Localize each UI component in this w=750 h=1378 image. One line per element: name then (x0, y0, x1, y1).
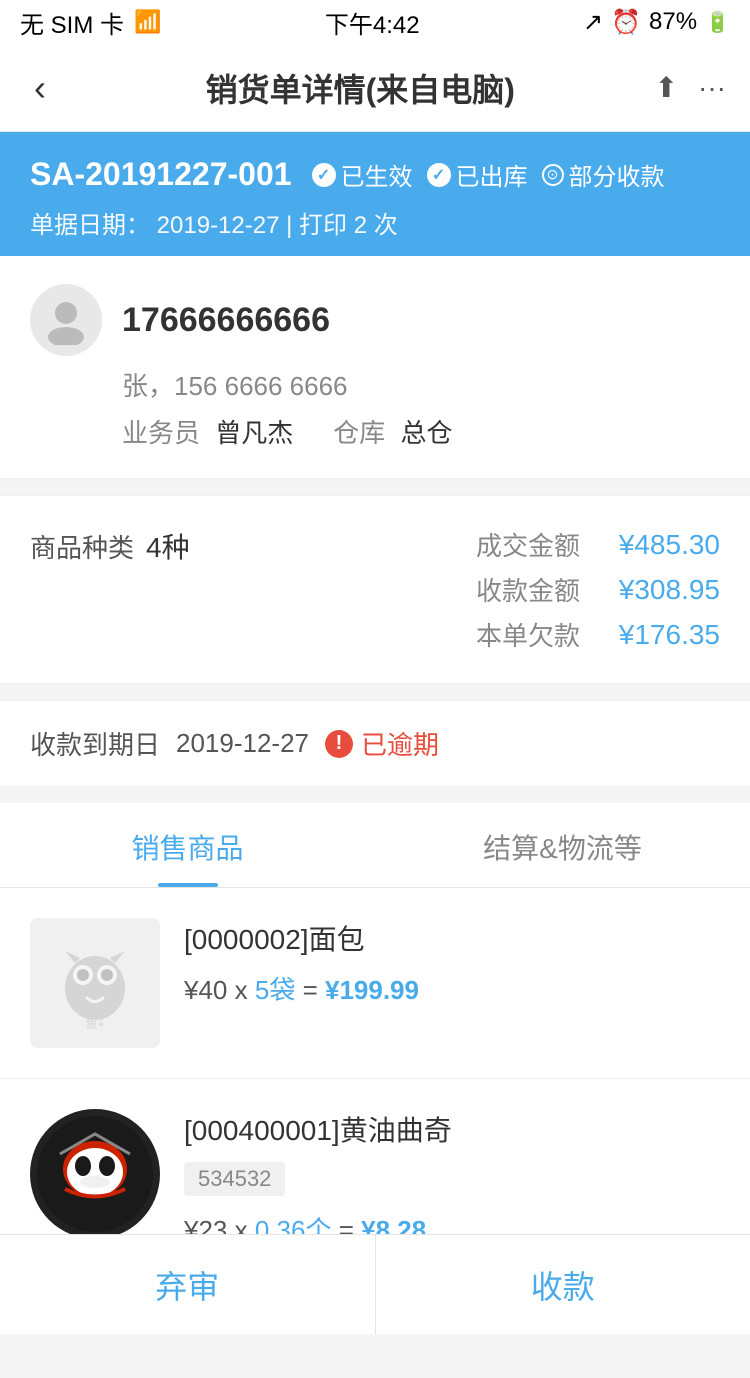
check-icon-1: ✓ (312, 163, 336, 187)
alarm-icon: ⏰ (611, 8, 641, 37)
share-icon[interactable]: ⬆ (655, 71, 678, 104)
summary-section: 商品种类 4种 成交金额 ¥485.30 收款金额 ¥308.95 本单欠款 ¥… (0, 495, 750, 684)
badge-partial: ⊙ 部分收款 (542, 157, 665, 192)
deal-amount-row: 成交金额 ¥485.30 (476, 526, 720, 563)
banner-top: SA-20191227-001 ✓ 已生效 ✓ 已出库 ⊙ 部分收款 (30, 156, 720, 193)
debt-amount: ¥176.35 (600, 619, 720, 651)
product-details-1: [0000002]面包 ¥40 x 5袋 = ¥199.99 (184, 918, 720, 1007)
customer-name: 张，156 6666 6666 (30, 366, 720, 403)
customer-meta: 业务员 曾凡杰 仓库 总仓 (30, 413, 720, 450)
product-price-1: ¥40 x 5袋 = ¥199.99 (184, 970, 720, 1007)
product-name-2: [000400001]黄油曲奇 (184, 1109, 720, 1149)
location-icon: ↗ (583, 8, 603, 37)
product-quantity-1: 5袋 (255, 975, 295, 1005)
tab-settlement[interactable]: 结算&物流等 (375, 803, 750, 887)
avatar-icon (41, 295, 91, 345)
receipt-label: 收款金额 (476, 571, 580, 608)
debt-amount-row: 本单欠款 ¥176.35 (476, 616, 720, 653)
back-button[interactable]: ‹ (24, 57, 56, 119)
avatar (30, 284, 102, 356)
deal-label: 成交金额 (476, 526, 580, 563)
overdue-icon: ! (325, 730, 353, 758)
banner-date: 单据日期： 2019-12-27 | 打印 2 次 (30, 205, 720, 240)
product-image-2 (30, 1109, 160, 1239)
battery-text: 87% (649, 8, 697, 36)
nav-bar: ‹ 销货单详情(来自电脑) ⬆ ··· (0, 44, 750, 132)
more-icon[interactable]: ··· (698, 72, 726, 104)
overdue-text: 已逾期 (361, 725, 439, 762)
product-total-1: ¥199.99 (325, 975, 419, 1005)
badge-shipped: ✓ 已出库 (427, 157, 528, 192)
check-icon-2: ✓ (427, 163, 451, 187)
due-label: 收款到期日 (30, 725, 160, 762)
time-display: 下午4:42 (325, 5, 420, 40)
receipt-amount: ¥308.95 (600, 574, 720, 606)
tabs-header: 销售商品 结算&物流等 (0, 803, 750, 888)
nav-actions: ⬆ ··· (655, 71, 726, 104)
product-image-1: 鱼+ (30, 918, 160, 1048)
collect-payment-button[interactable]: 收款 (376, 1235, 750, 1334)
due-date: 2019-12-27 (176, 728, 309, 759)
warehouse-label: 仓库 总仓 (333, 413, 452, 450)
svg-text:鱼+: 鱼+ (85, 1017, 104, 1031)
page-title: 销货单详情(来自电脑) (66, 65, 655, 111)
overdue-badge: ! 已逾期 (325, 725, 439, 762)
product-image-icon-2 (35, 1114, 155, 1234)
product-list: 鱼+ [0000002]面包 ¥40 x 5袋 = ¥199.99 (0, 888, 750, 1278)
sales-label: 业务员 曾凡杰 (122, 413, 293, 450)
customer-section: 17666666666 张，156 6666 6666 业务员 曾凡杰 仓库 总… (0, 256, 750, 479)
clock-icon: ⊙ (542, 164, 564, 186)
type-count: 4种 (146, 526, 190, 566)
status-left: 无 SIM 卡 📶 (20, 5, 161, 40)
tab-sales-products[interactable]: 销售商品 (0, 803, 375, 887)
product-badge-2: 534532 (184, 1162, 285, 1196)
product-name-1: [0000002]面包 (184, 918, 720, 958)
header-banner: SA-20191227-001 ✓ 已生效 ✓ 已出库 ⊙ 部分收款 单据日期：… (0, 132, 750, 256)
carrier-text: 无 SIM 卡 (20, 5, 124, 40)
abandon-review-button[interactable]: 弃审 (0, 1235, 376, 1334)
wifi-icon: 📶 (134, 9, 161, 35)
product-placeholder-icon: 鱼+ (45, 933, 145, 1033)
badge-effective: ✓ 已生效 (312, 157, 413, 192)
tabs-section: 销售商品 结算&物流等 鱼+ (0, 803, 750, 1278)
deal-amount: ¥485.30 (600, 529, 720, 561)
type-label: 商品种类 (30, 528, 134, 565)
order-number: SA-20191227-001 (30, 156, 292, 193)
status-bar: 无 SIM 卡 📶 下午4:42 ↗ ⏰ 87% 🔋 (0, 0, 750, 44)
battery-icon: 🔋 (705, 10, 730, 35)
debt-label: 本单欠款 (476, 616, 580, 653)
summary-right: 成交金额 ¥485.30 收款金额 ¥308.95 本单欠款 ¥176.35 (476, 526, 720, 653)
banner-badges: ✓ 已生效 ✓ 已出库 ⊙ 部分收款 (312, 157, 665, 192)
summary-left: 商品种类 4种 (30, 526, 190, 566)
bottom-bar: 弃审 收款 (0, 1234, 750, 1334)
customer-id: 17666666666 (122, 301, 330, 340)
due-section: 收款到期日 2019-12-27 ! 已逾期 (0, 700, 750, 787)
customer-row: 17666666666 (30, 284, 720, 356)
status-right: ↗ ⏰ 87% 🔋 (583, 8, 730, 37)
summary-row: 商品种类 4种 成交金额 ¥485.30 收款金额 ¥308.95 本单欠款 ¥… (30, 526, 720, 653)
product-details-2: [000400001]黄油曲奇 534532 ¥23 x 0.36个 = ¥8.… (184, 1109, 720, 1247)
receipt-amount-row: 收款金额 ¥308.95 (476, 571, 720, 608)
list-item: 鱼+ [0000002]面包 ¥40 x 5袋 = ¥199.99 (0, 888, 750, 1079)
